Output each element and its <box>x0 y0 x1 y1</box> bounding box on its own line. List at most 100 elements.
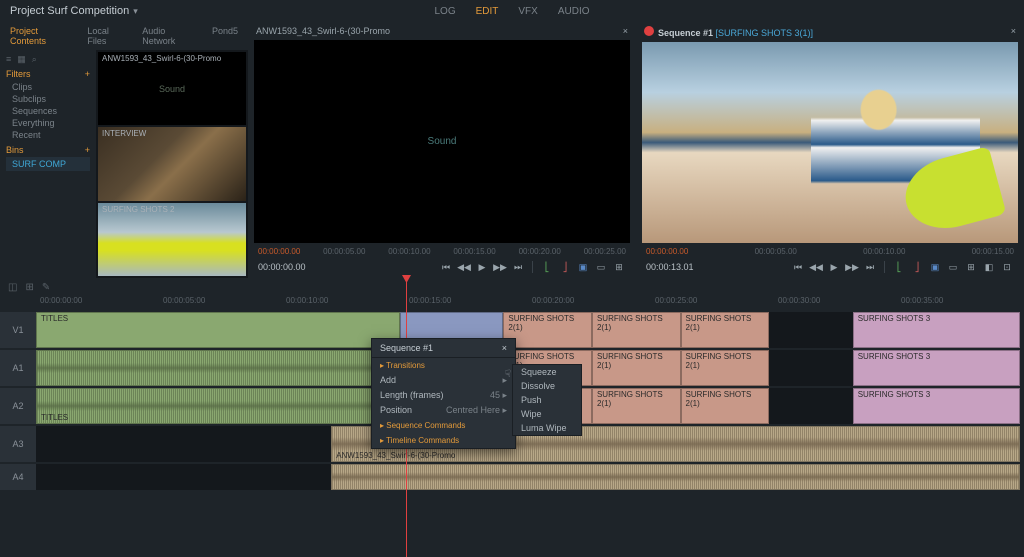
source-close-icon[interactable]: × <box>623 26 628 36</box>
search-icon[interactable]: ⌕ <box>32 54 37 65</box>
go-start-button[interactable]: ⏮ <box>791 260 805 274</box>
mark-out-button[interactable]: ⎦ <box>558 260 572 274</box>
tab-vfx[interactable]: VFX <box>518 6 537 17</box>
tool-c-button[interactable]: ⊞ <box>964 260 978 274</box>
play-button[interactable]: ▶ <box>475 260 489 274</box>
tl-tool-1-icon[interactable]: ◫ <box>8 282 17 293</box>
view-list-icon[interactable]: ≡ <box>6 54 11 65</box>
sub-luma-wipe[interactable]: Luma Wipe <box>513 421 581 435</box>
ctx-add[interactable]: Add▸ <box>372 373 515 388</box>
play-button[interactable]: ▶ <box>827 260 841 274</box>
ctx-section-timeline[interactable]: ▸ Timeline Commands <box>372 433 515 448</box>
replace-button[interactable]: ⊞ <box>612 260 626 274</box>
tab-audio[interactable]: AUDIO <box>558 6 590 17</box>
track-head-v1[interactable]: V1 <box>0 312 36 348</box>
clip-ss2-v1-c[interactable]: SURFING SHOTS 2(1) <box>681 312 770 348</box>
sub-dissolve[interactable]: Dissolve <box>513 379 581 393</box>
tool-a-button[interactable]: ▣ <box>928 260 942 274</box>
bins-heading: Bins <box>6 145 24 155</box>
clip-ss2-a1-b[interactable]: SURFING SHOTS 2(1) <box>592 350 681 386</box>
source-timecode: 00:00:00.00 <box>258 262 306 272</box>
timeline-toolbar: ◫ ⊞ ✎ <box>0 278 1024 296</box>
clip-titles-v1[interactable]: TITLES <box>36 312 400 348</box>
sub-wipe[interactable]: Wipe <box>513 407 581 421</box>
mark-in-button[interactable]: ⎣ <box>540 260 554 274</box>
clip-titles-a1[interactable] <box>36 350 400 386</box>
tab-project-contents[interactable]: Project Contents <box>10 26 73 46</box>
thumb-anw-swirl[interactable]: ANW1593_43_Swirl-6-(30-Promo Sound <box>98 52 246 125</box>
source-monitor[interactable]: Sound <box>254 40 630 243</box>
sub-squeeze[interactable]: Squeeze <box>513 365 581 379</box>
filters-heading: Filters <box>6 69 31 79</box>
filter-subclips[interactable]: Subclips <box>6 93 90 105</box>
filter-sequences[interactable]: Sequences <box>6 105 90 117</box>
filter-recent[interactable]: Recent <box>6 129 90 141</box>
ctx-position[interactable]: PositionCentred Here ▸ <box>372 403 515 418</box>
tl-tool-2-icon[interactable]: ⊞ <box>25 282 33 293</box>
clip-ss3-a1[interactable]: SURFING SHOTS 3 <box>853 350 1020 386</box>
step-back-button[interactable]: ◀◀ <box>809 260 823 274</box>
program-close-icon[interactable]: × <box>1011 26 1016 38</box>
title-bar: Project Surf Competition ▾ LOG EDIT VFX … <box>0 0 1024 22</box>
ctx-section-transitions[interactable]: ▸ Transitions <box>372 358 515 373</box>
go-end-button[interactable]: ⏭ <box>863 260 877 274</box>
tab-audio-network[interactable]: Audio Network <box>142 26 198 46</box>
source-clip-title: ANW1593_43_Swirl-6-(30-Promo <box>256 26 390 36</box>
ctx-length[interactable]: Length (frames)45 ▸ <box>372 388 515 403</box>
filters-add-icon[interactable]: + <box>85 69 90 79</box>
timeline-ruler[interactable]: 00:00:00:0000:00:05:0000:00:10:0000:00:1… <box>0 296 1024 310</box>
view-grid-icon[interactable]: ▦ <box>17 54 26 65</box>
clip-ss3-a2[interactable]: SURFING SHOTS 3 <box>853 388 1020 424</box>
project-chevron-icon[interactable]: ▾ <box>133 6 138 17</box>
tab-local-files[interactable]: Local Files <box>87 26 128 46</box>
tool-e-button[interactable]: ⊡ <box>1000 260 1014 274</box>
clip-ss2-v1-b[interactable]: SURFING SHOTS 2(1) <box>592 312 681 348</box>
clip-titles-a2[interactable]: TITLES <box>36 388 400 424</box>
clip-ss2-v1-a[interactable]: SURFING SHOTS 2(1) <box>503 312 592 348</box>
context-menu: Sequence #1× ▸ Transitions Add▸ ☟ Length… <box>371 338 516 449</box>
thumb-surfing-shots[interactable]: SURFING SHOTS 2 <box>98 203 246 276</box>
tool-b-button[interactable]: ▭ <box>946 260 960 274</box>
overwrite-button[interactable]: ▭ <box>594 260 608 274</box>
tab-edit[interactable]: EDIT <box>476 6 499 17</box>
source-transport: 00:00:00.00 ⏮ ◀◀ ▶ ▶▶ ⏭ ⎣ ⎦ ▣ ▭ ⊞ <box>252 258 632 276</box>
clip-ss3-v1[interactable]: SURFING SHOTS 3 <box>853 312 1020 348</box>
sequence-title: Sequence #1 <box>658 28 713 38</box>
ctx-section-sequence[interactable]: ▸ Sequence Commands <box>372 418 515 433</box>
step-fwd-button[interactable]: ▶▶ <box>845 260 859 274</box>
tab-pond5[interactable]: Pond5 <box>212 26 238 46</box>
mark-in-button[interactable]: ⎣ <box>892 260 906 274</box>
tab-log[interactable]: LOG <box>434 6 455 17</box>
sub-push[interactable]: Push <box>513 393 581 407</box>
tool-d-button[interactable]: ◧ <box>982 260 996 274</box>
track-head-a2[interactable]: A2 <box>0 388 36 424</box>
step-back-button[interactable]: ◀◀ <box>457 260 471 274</box>
source-ruler[interactable]: 00:00:00.0000:00:05.0000:00:10.0000:00:1… <box>252 245 632 258</box>
sequence-clip-name: [SURFING SHOTS 3(1)] <box>716 28 814 38</box>
track-head-a4[interactable]: A4 <box>0 464 36 490</box>
mark-out-button[interactable]: ⎦ <box>910 260 924 274</box>
transitions-submenu: Squeeze Dissolve Push Wipe Luma Wipe <box>512 364 582 436</box>
insert-button[interactable]: ▣ <box>576 260 590 274</box>
filter-everything[interactable]: Everything <box>6 117 90 129</box>
project-title: Project Surf Competition <box>10 5 129 17</box>
bins-add-icon[interactable]: + <box>85 145 90 155</box>
program-transport: 00:00:13.01 ⏮ ◀◀ ▶ ▶▶ ⏭ ⎣ ⎦ ▣ ▭ ⊞ ◧ ⊡ <box>640 258 1020 276</box>
bin-surf-comp[interactable]: SURF COMP <box>6 157 90 171</box>
tl-tool-3-icon[interactable]: ✎ <box>42 282 50 293</box>
thumb-interview[interactable]: INTERVIEW <box>98 127 246 200</box>
program-ruler[interactable]: 00:00:00.0000:00:05.0000:00:10.0000:00:1… <box>640 245 1020 258</box>
program-monitor[interactable] <box>642 42 1018 243</box>
filter-clips[interactable]: Clips <box>6 81 90 93</box>
ctx-close-icon[interactable]: × <box>502 343 507 353</box>
go-start-button[interactable]: ⏮ <box>439 260 453 274</box>
track-head-a3[interactable]: A3 <box>0 426 36 462</box>
go-end-button[interactable]: ⏭ <box>511 260 525 274</box>
clip-ss2-a1-c[interactable]: SURFING SHOTS 2(1) <box>681 350 770 386</box>
step-fwd-button[interactable]: ▶▶ <box>493 260 507 274</box>
clip-ss2-a2-b[interactable]: SURFING SHOTS 2(1) <box>592 388 681 424</box>
track-head-a1[interactable]: A1 <box>0 350 36 386</box>
main-tabs: LOG EDIT VFX AUDIO <box>434 6 589 17</box>
clip-anw-a4[interactable] <box>331 464 1020 490</box>
clip-ss2-a2-c[interactable]: SURFING SHOTS 2(1) <box>681 388 770 424</box>
